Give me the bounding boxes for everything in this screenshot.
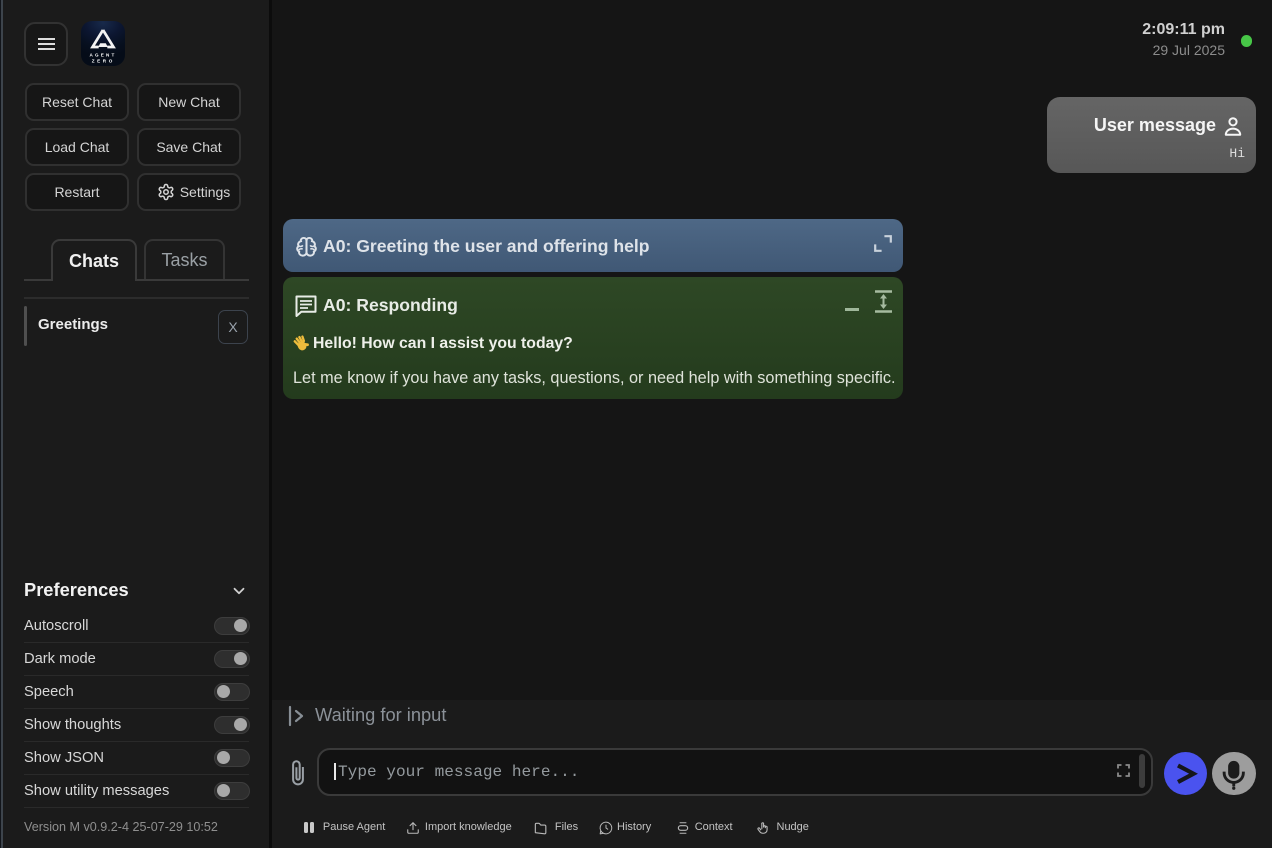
svg-text:AGENT: AGENT	[89, 53, 116, 58]
svg-text:ZERO: ZERO	[92, 59, 115, 64]
